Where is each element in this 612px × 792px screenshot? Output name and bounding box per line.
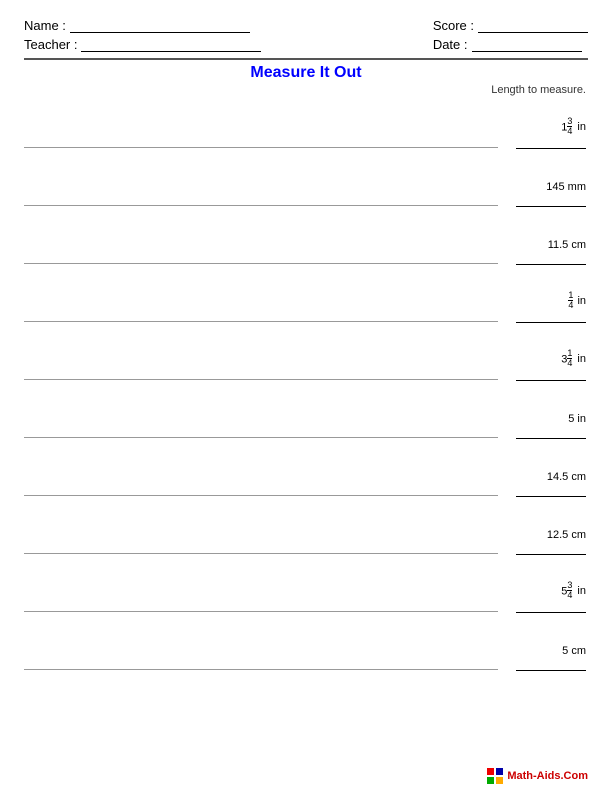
answer-line (516, 543, 586, 555)
measure-line (24, 379, 498, 380)
measure-label: 14.5 cm (547, 471, 586, 484)
measure-label: 5 in (568, 413, 586, 426)
measure-label: 5 cm (562, 645, 586, 658)
measure-row: 5 in (24, 388, 588, 446)
answer-box: 11.5 cm (498, 239, 588, 268)
measure-line (24, 147, 498, 148)
answer-line (516, 369, 586, 381)
answer-box: 145 mm (498, 181, 588, 210)
measure-label: 14in (568, 292, 586, 311)
date-field: Date : (433, 37, 588, 52)
name-field: Name : (24, 18, 261, 33)
brand-label: Math-Aids.Com (507, 770, 588, 782)
measure-label: 145 mm (546, 181, 586, 194)
answer-line (516, 427, 586, 439)
col-label: Length to measure. (24, 84, 588, 96)
header: Name : Teacher : Score : Date : (24, 18, 588, 52)
answer-line (516, 311, 586, 323)
score-label: Score : (433, 18, 474, 33)
measure-line (24, 495, 498, 496)
answer-box: 5 in (498, 413, 588, 442)
measure-line (24, 321, 498, 322)
measure-row: 5 cm (24, 620, 588, 678)
logo-icon (487, 768, 503, 784)
name-line (70, 19, 250, 33)
measure-line (24, 205, 498, 206)
measure-line (24, 669, 498, 670)
answer-line (516, 195, 586, 207)
answer-line (516, 659, 586, 671)
teacher-line (81, 38, 261, 52)
measure-label: 134 in (561, 118, 586, 137)
header-right: Score : Date : (433, 18, 588, 52)
header-left: Name : Teacher : (24, 18, 261, 52)
answer-box: 14.5 cm (498, 471, 588, 500)
measure-row: 11.5 cm (24, 214, 588, 272)
measure-line (24, 553, 498, 554)
date-label: Date : (433, 37, 468, 52)
measure-row: 14.5 cm (24, 446, 588, 504)
measure-row: 134 in (24, 98, 588, 156)
measure-row: 14in (24, 272, 588, 330)
footer: Math-Aids.Com (487, 768, 588, 784)
score-field: Score : (433, 18, 588, 33)
worksheet-title: Measure It Out (24, 64, 588, 82)
measure-label: 314 in (561, 350, 586, 369)
measure-line (24, 437, 498, 438)
header-divider (24, 58, 588, 60)
rows-container: 134 in 145 mm 11.5 cm 14in 314 in 5 in 14.5 cm… (24, 98, 588, 678)
worksheet-page: Name : Teacher : Score : Date : Measure … (0, 0, 612, 792)
answer-box: 14in (498, 292, 588, 326)
measure-row: 314 in (24, 330, 588, 388)
answer-box: 5 cm (498, 645, 588, 674)
answer-line (516, 137, 586, 149)
answer-box: 534 in (498, 582, 588, 616)
measure-line (24, 263, 498, 264)
date-line (472, 38, 582, 52)
answer-line (516, 253, 586, 265)
answer-line (516, 601, 586, 613)
teacher-field: Teacher : (24, 37, 261, 52)
name-label: Name : (24, 18, 66, 33)
measure-line (24, 611, 498, 612)
measure-row: 534 in (24, 562, 588, 620)
answer-box: 134 in (498, 118, 588, 152)
score-line (478, 19, 588, 33)
teacher-label: Teacher : (24, 37, 77, 52)
measure-label: 11.5 cm (548, 239, 586, 252)
measure-label: 534 in (561, 582, 586, 601)
measure-row: 145 mm (24, 156, 588, 214)
answer-line (516, 485, 586, 497)
answer-box: 314 in (498, 350, 588, 384)
measure-row: 12.5 cm (24, 504, 588, 562)
answer-box: 12.5 cm (498, 529, 588, 558)
measure-label: 12.5 cm (547, 529, 586, 542)
